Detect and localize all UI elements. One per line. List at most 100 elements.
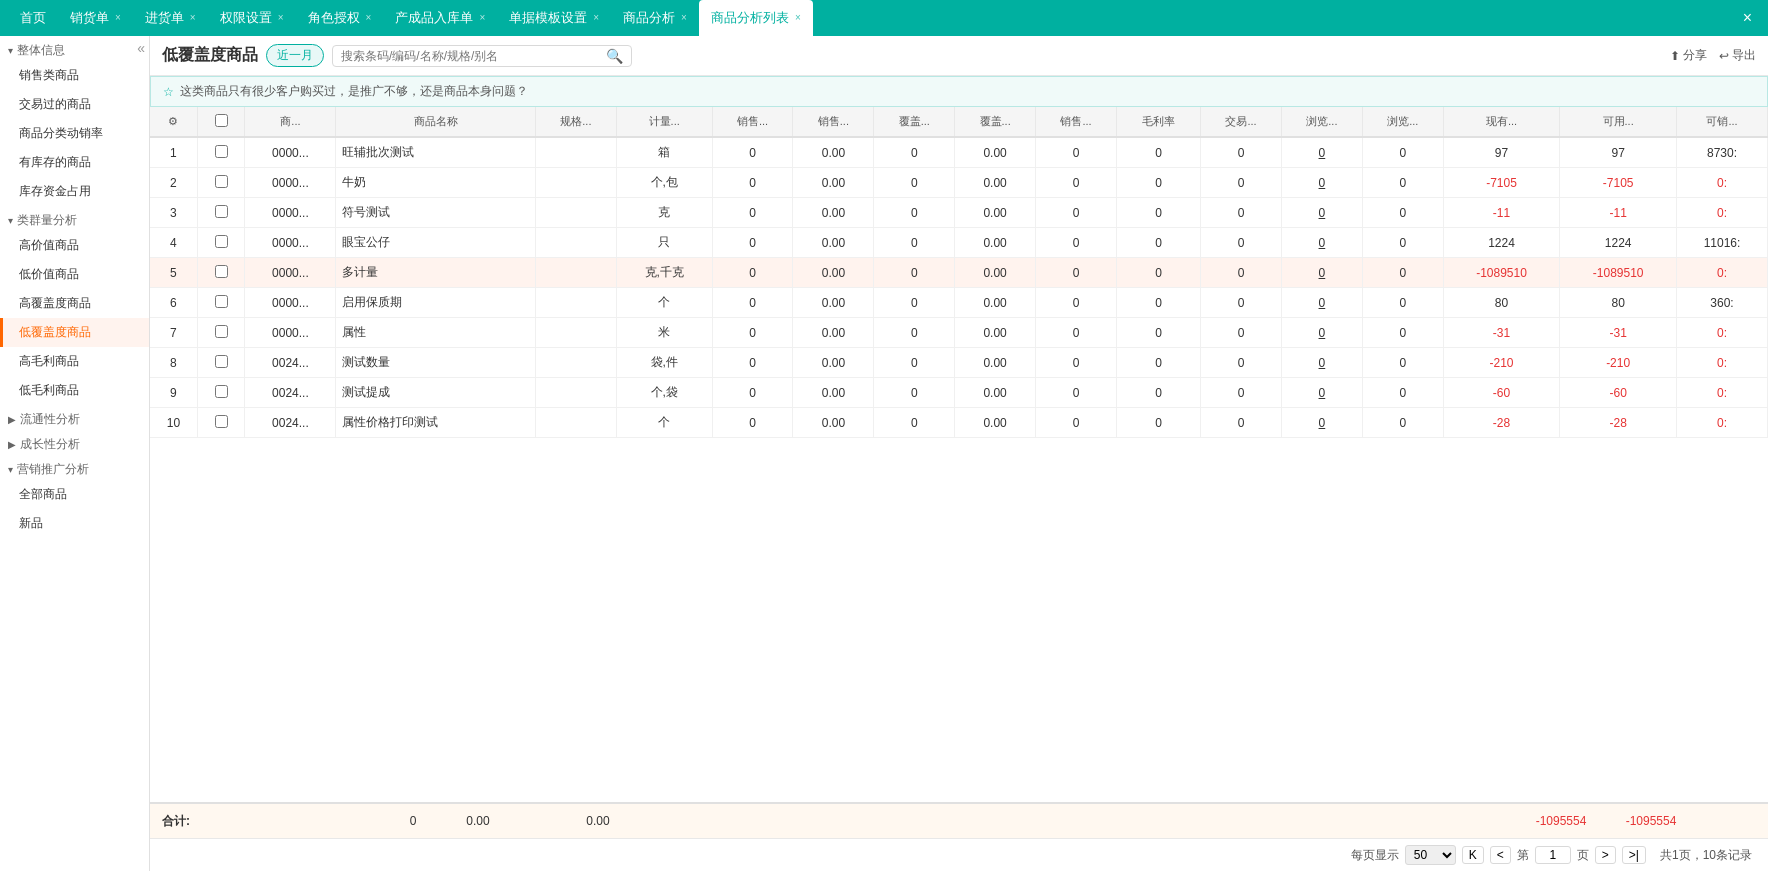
page-label: 第 (1517, 847, 1529, 864)
row-checkbox[interactable] (215, 325, 228, 338)
tip-bar: ☆ 这类商品只有很少客户购买过，是推广不够，还是商品本身问题？ (150, 76, 1768, 107)
col-cov1: 覆盖... (874, 107, 955, 137)
footer-available: -1095554 (1606, 814, 1696, 828)
page-title: 低覆盖度商品 (162, 45, 258, 66)
col-current: 现有... (1443, 107, 1560, 137)
table-row: 50000...多计量克,千克00.0000.0000000-1089510-1… (150, 258, 1768, 288)
top-nav: 首页 销货单 × 进货单 × 权限设置 × 角色授权 × 产成品入库单 × 单据… (0, 0, 1768, 36)
sidebar-item-high-coverage[interactable]: 高覆盖度商品 (0, 289, 149, 318)
table-footer: 合计: 0 0.00 0.00 -1095554 -1095554 (150, 802, 1768, 838)
nav-tab-template[interactable]: 单据模板设置 × (497, 0, 611, 36)
nav-tab-analysis-list[interactable]: 商品分析列表 × (699, 0, 813, 36)
sidebar-item-inventory-funds[interactable]: 库存资金占用 (0, 177, 149, 206)
per-page-select[interactable]: 2050100200 (1405, 845, 1456, 865)
sidebar-item-traded-products[interactable]: 交易过的商品 (0, 90, 149, 119)
row-checkbox[interactable] (215, 235, 228, 248)
sidebar-section-promotion[interactable]: ▾ 营销推广分析 (0, 455, 149, 480)
sidebar-item-low-value[interactable]: 低价值商品 (0, 260, 149, 289)
col-spec: 规格... (535, 107, 616, 137)
sidebar-item-low-profit[interactable]: 低毛利商品 (0, 376, 149, 405)
growth-arrow-icon: ▶ (8, 439, 16, 450)
select-all-checkbox[interactable] (215, 114, 228, 127)
row-checkbox[interactable] (215, 385, 228, 398)
table-row: 60000...启用保质期个00.0000.00000008080360: (150, 288, 1768, 318)
filter-period-button[interactable]: 近一月 (266, 44, 324, 67)
first-page-button[interactable]: K (1462, 846, 1484, 864)
footer-current: -1095554 (1516, 814, 1606, 828)
sidebar-section-quality[interactable]: ▾ 类群量分析 (0, 206, 149, 231)
row-checkbox[interactable] (215, 205, 228, 218)
table-wrapper[interactable]: ⚙ 商... 商品名称 规格... 计量... 销售... 销售... 覆盖..… (150, 107, 1768, 802)
export-icon: ↩ (1719, 49, 1729, 63)
footer-sales-qty: 0 (378, 814, 448, 828)
close-role-icon[interactable]: × (366, 0, 372, 36)
table-row: 70000...属性米00.0000.0000000-31-310: (150, 318, 1768, 348)
sidebar-section-growth[interactable]: ▶ 成长性分析 (0, 430, 149, 455)
header-actions: ⬆ 分享 ↩ 导出 (1670, 47, 1756, 64)
sidebar-item-new-products[interactable]: 新品 (0, 509, 149, 538)
prev-page-button[interactable]: < (1490, 846, 1511, 864)
nav-tab-sales[interactable]: 销货单 × (58, 0, 133, 36)
col-sales-days: 销售... (1036, 107, 1117, 137)
col-sales-qty: 销售... (712, 107, 793, 137)
close-all-tabs-button[interactable]: × (1735, 9, 1760, 27)
content-header: 低覆盖度商品 近一月 🔍 ⬆ 分享 ↩ 导出 (150, 36, 1768, 76)
close-purchase-icon[interactable]: × (190, 0, 196, 36)
col-gross-rate: 毛利率 (1116, 107, 1200, 137)
table-row: 20000...牛奶个,包00.0000.0000000-7105-71050: (150, 168, 1768, 198)
sidebar-section-flow[interactable]: ▶ 流通性分析 (0, 405, 149, 430)
close-analysis-icon[interactable]: × (681, 0, 687, 36)
row-checkbox[interactable] (215, 145, 228, 158)
next-page-button[interactable]: > (1595, 846, 1616, 864)
sidebar-item-all-products[interactable]: 全部商品 (0, 480, 149, 509)
nav-tab-home[interactable]: 首页 (8, 0, 58, 36)
row-checkbox[interactable] (215, 355, 228, 368)
row-checkbox[interactable] (215, 175, 228, 188)
col-sales-amt: 销售... (793, 107, 874, 137)
per-page-label: 每页显示 (1351, 847, 1399, 864)
col-name: 商品名称 (336, 107, 536, 137)
col-settings[interactable]: ⚙ (150, 107, 197, 137)
col-checkbox[interactable] (197, 107, 245, 137)
search-input[interactable] (341, 49, 606, 63)
promotion-arrow-icon: ▾ (8, 464, 13, 475)
sidebar-item-sales-products[interactable]: 销售类商品 (0, 61, 149, 90)
nav-tab-purchase[interactable]: 进货单 × (133, 0, 208, 36)
close-permissions-icon[interactable]: × (278, 0, 284, 36)
last-page-button[interactable]: >| (1622, 846, 1646, 864)
row-checkbox[interactable] (215, 295, 228, 308)
sidebar-item-sales-rate[interactable]: 商品分类动销率 (0, 119, 149, 148)
total-records: 共1页，10条记录 (1660, 847, 1752, 864)
sidebar-section-overall[interactable]: ▾ 整体信息 (0, 36, 149, 61)
flow-arrow-icon: ▶ (8, 414, 16, 425)
sidebar-item-high-value[interactable]: 高价值商品 (0, 231, 149, 260)
sidebar-item-high-profit[interactable]: 高毛利商品 (0, 347, 149, 376)
sidebar-item-low-coverage[interactable]: 低覆盖度商品 (0, 318, 149, 347)
col-browse2: 浏览... (1362, 107, 1443, 137)
close-analysis-list-icon[interactable]: × (795, 0, 801, 36)
col-unit: 计量... (616, 107, 712, 137)
overall-arrow-icon: ▾ (8, 45, 13, 56)
table-row: 10000...旺辅批次测试箱00.0000.000000097978730: (150, 137, 1768, 168)
nav-tab-permissions[interactable]: 权限设置 × (208, 0, 296, 36)
col-browse1: 浏览... (1281, 107, 1362, 137)
nav-tab-role[interactable]: 角色授权 × (296, 0, 384, 36)
main-area: « ▾ 整体信息 销售类商品 交易过的商品 商品分类动销率 有库存的商品 库存资… (0, 36, 1768, 871)
footer-label: 合计: (162, 813, 190, 830)
share-button[interactable]: ⬆ 分享 (1670, 47, 1707, 64)
sidebar-item-inventory-products[interactable]: 有库存的商品 (0, 148, 149, 177)
col-available: 可用... (1560, 107, 1677, 137)
row-checkbox[interactable] (215, 265, 228, 278)
nav-tab-analysis[interactable]: 商品分析 × (611, 0, 699, 36)
search-box: 🔍 (332, 45, 632, 67)
row-checkbox[interactable] (215, 415, 228, 428)
page-input[interactable] (1535, 846, 1571, 864)
export-button[interactable]: ↩ 导出 (1719, 47, 1756, 64)
col-code: 商... (245, 107, 336, 137)
nav-tab-products[interactable]: 产成品入库单 × (383, 0, 497, 36)
sidebar-collapse-button[interactable]: « (137, 40, 145, 56)
pagination-bar: 每页显示 2050100200 K < 第 页 > >| 共1页，10条记录 (150, 838, 1768, 871)
close-sales-icon[interactable]: × (115, 0, 121, 36)
close-products-icon[interactable]: × (479, 0, 485, 36)
close-template-icon[interactable]: × (593, 0, 599, 36)
